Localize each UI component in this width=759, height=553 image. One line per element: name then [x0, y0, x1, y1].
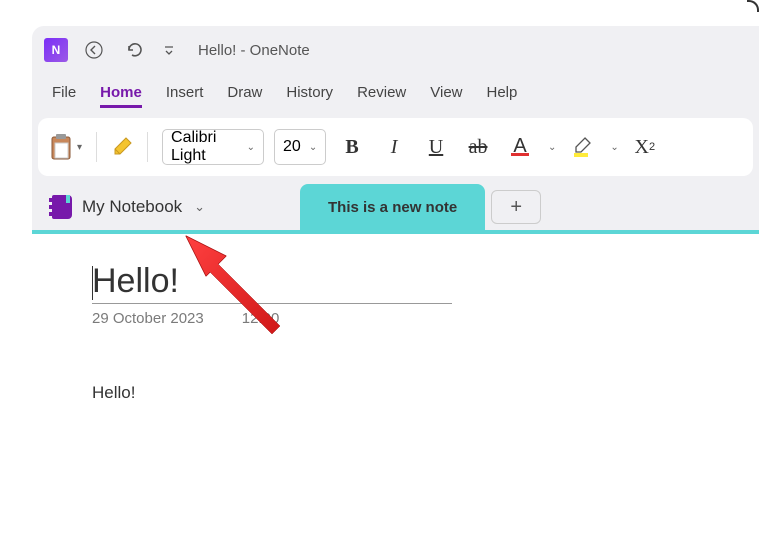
page-date: 29 October 2023: [92, 310, 204, 327]
format-painter-button[interactable]: [111, 136, 133, 158]
separator: [96, 132, 97, 162]
section-tab[interactable]: This is a new note: [300, 184, 485, 230]
menu-file[interactable]: File: [52, 80, 76, 108]
onenote-app-icon: N: [44, 38, 68, 62]
ribbon: ▾ Calibri Light ⌄ 20 ⌄ B I U ab A ⌄ ⌄ X2: [38, 118, 753, 176]
menu-review[interactable]: Review: [357, 80, 406, 108]
subscript-button[interactable]: X2: [629, 131, 661, 163]
notebook-icon: [52, 195, 72, 219]
font-size-select[interactable]: 20 ⌄: [274, 129, 326, 165]
page-meta: 29 October 2023 12:00: [92, 310, 699, 327]
chevron-down-icon: ⌄: [194, 199, 205, 215]
notebook-selector[interactable]: My Notebook ⌄: [32, 195, 300, 219]
undo-button[interactable]: [120, 36, 148, 64]
menu-view[interactable]: View: [430, 80, 462, 108]
highlight-dropdown[interactable]: ⌄: [610, 142, 618, 153]
strikethrough-button[interactable]: ab: [462, 131, 494, 163]
titlebar: N Hello! - OneNote: [32, 26, 759, 74]
customize-dropdown[interactable]: [160, 36, 178, 64]
menu-home[interactable]: Home: [100, 80, 142, 108]
note-page[interactable]: Hello! 29 October 2023 12:00 Hello!: [32, 234, 759, 553]
notebook-row: My Notebook ⌄ This is a new note +: [32, 184, 759, 230]
subscript-label: 2: [649, 141, 655, 153]
text-cursor: [92, 266, 93, 300]
back-button[interactable]: [80, 36, 108, 64]
menu-help[interactable]: Help: [487, 80, 518, 108]
bold-button[interactable]: B: [336, 131, 368, 163]
highlight-button[interactable]: [566, 131, 598, 163]
window-title: Hello! - OneNote: [198, 42, 310, 59]
menu-draw[interactable]: Draw: [227, 80, 262, 108]
onenote-window: N Hello! - OneNote File Home Insert Draw…: [32, 26, 759, 553]
font-color-button[interactable]: A: [504, 131, 536, 163]
separator: [147, 132, 148, 162]
font-color-dropdown[interactable]: ⌄: [548, 142, 556, 153]
page-title-input[interactable]: Hello!: [92, 262, 452, 304]
add-section-button[interactable]: +: [491, 190, 541, 224]
page-time: 12:00: [242, 310, 280, 327]
chevron-down-icon: ▾: [77, 142, 82, 153]
page-title-text: Hello!: [92, 262, 179, 300]
chevron-down-icon: ⌄: [247, 142, 255, 153]
menubar: File Home Insert Draw History Review Vie…: [32, 74, 759, 118]
font-name-value: Calibri Light: [171, 129, 239, 165]
italic-button[interactable]: I: [378, 131, 410, 163]
menu-insert[interactable]: Insert: [166, 80, 204, 108]
page-body[interactable]: Hello!: [92, 383, 699, 403]
underline-button[interactable]: U: [420, 131, 452, 163]
font-name-select[interactable]: Calibri Light ⌄: [162, 129, 264, 165]
window-corner: [747, 0, 759, 12]
paste-button[interactable]: ▾: [50, 134, 82, 160]
font-size-value: 20: [283, 138, 301, 156]
notebook-name: My Notebook: [82, 197, 182, 217]
menu-history[interactable]: History: [286, 80, 333, 108]
chevron-down-icon: ⌄: [309, 142, 317, 153]
